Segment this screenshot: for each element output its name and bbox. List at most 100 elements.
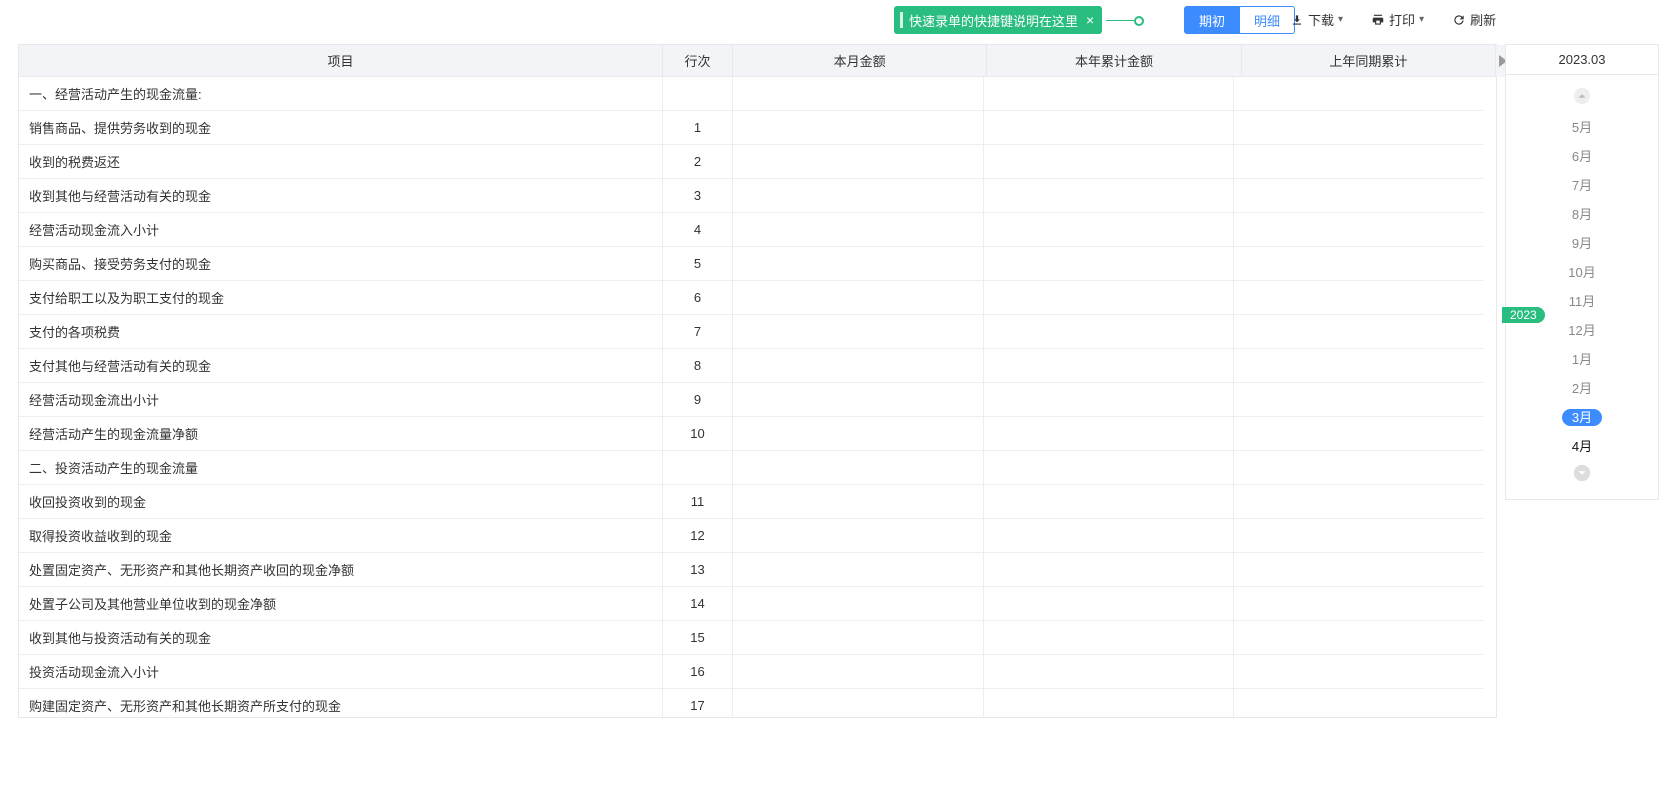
period-month[interactable]: 7月 bbox=[1506, 170, 1658, 199]
period-begin-button[interactable]: 期初 bbox=[1184, 6, 1240, 34]
period-picker: 2023.03 5月6月7月8月9月10月11月12月20231月2月3月4月 bbox=[1505, 44, 1659, 500]
period-month[interactable]: 10月 bbox=[1506, 257, 1658, 286]
cell-item: 处置子公司及其他营业单位收到的现金净额 bbox=[19, 587, 663, 620]
table-header-row: 项目 行次 本月金额 本年累计金额 上年同期累计 bbox=[19, 45, 1496, 77]
table-row[interactable]: 销售商品、提供劳务收到的现金1 bbox=[19, 111, 1484, 145]
period-month[interactable]: 9月 bbox=[1506, 228, 1658, 257]
period-month-label: 6月 bbox=[1572, 149, 1592, 164]
cell-month-amount bbox=[733, 179, 984, 212]
period-current[interactable]: 2023.03 bbox=[1506, 45, 1658, 75]
table-row[interactable]: 取得投资收益收到的现金12 bbox=[19, 519, 1484, 553]
period-month[interactable]: 5月 bbox=[1506, 112, 1658, 141]
period-month[interactable]: 4月 bbox=[1506, 431, 1658, 460]
table-row[interactable]: 收到的税费返还2 bbox=[19, 145, 1484, 179]
cell-row-number: 10 bbox=[663, 417, 733, 450]
period-month-label: 5月 bbox=[1572, 120, 1592, 135]
cell-prev-year bbox=[1234, 621, 1484, 654]
cell-prev-year bbox=[1234, 77, 1484, 110]
table-row[interactable]: 处置固定资产、无形资产和其他长期资产收回的现金净额13 bbox=[19, 553, 1484, 587]
cell-row-number: 12 bbox=[663, 519, 733, 552]
cell-row-number: 14 bbox=[663, 587, 733, 620]
period-month-label: 11月 bbox=[1569, 294, 1596, 309]
table-row[interactable]: 经营活动现金流入小计4 bbox=[19, 213, 1484, 247]
cell-row-number: 1 bbox=[663, 111, 733, 144]
cell-row-number: 2 bbox=[663, 145, 733, 178]
table-row[interactable]: 收到其他与投资活动有关的现金15 bbox=[19, 621, 1484, 655]
cell-month-amount bbox=[733, 485, 984, 518]
cell-prev-year bbox=[1234, 553, 1484, 586]
chevron-down-icon: ▾ bbox=[1419, 14, 1424, 25]
download-button[interactable]: 下载 ▾ bbox=[1290, 10, 1343, 29]
cell-item: 收到其他与投资活动有关的现金 bbox=[19, 621, 663, 654]
cell-month-amount bbox=[733, 281, 984, 314]
period-month[interactable]: 8月 bbox=[1506, 199, 1658, 228]
table-row[interactable]: 二、投资活动产生的现金流量 bbox=[19, 451, 1484, 485]
period-scroll-up[interactable] bbox=[1506, 83, 1658, 112]
detail-button[interactable]: 明细 bbox=[1240, 6, 1295, 34]
print-button[interactable]: 打印 ▾ bbox=[1371, 10, 1424, 29]
cell-year-amount bbox=[984, 689, 1235, 717]
cell-year-amount bbox=[984, 655, 1235, 688]
tip-connector-line bbox=[1106, 20, 1134, 21]
period-list: 5月6月7月8月9月10月11月12月20231月2月3月4月 bbox=[1506, 75, 1658, 499]
tip-accent-bar bbox=[900, 12, 903, 28]
period-month[interactable]: 2月 bbox=[1506, 373, 1658, 402]
view-toggle-group: 期初 明细 bbox=[1184, 6, 1295, 34]
period-month-label: 9月 bbox=[1572, 236, 1592, 251]
table-row[interactable]: 购买商品、接受劳务支付的现金5 bbox=[19, 247, 1484, 281]
cell-month-amount bbox=[733, 587, 984, 620]
table-row[interactable]: 收回投资收到的现金11 bbox=[19, 485, 1484, 519]
cell-year-amount bbox=[984, 485, 1235, 518]
cell-month-amount bbox=[733, 315, 984, 348]
table-row[interactable]: 支付的各项税费7 bbox=[19, 315, 1484, 349]
cell-month-amount bbox=[733, 689, 984, 717]
cell-prev-year bbox=[1234, 179, 1484, 212]
close-icon[interactable]: × bbox=[1086, 13, 1094, 27]
table-row[interactable]: 一、经营活动产生的现金流量: bbox=[19, 77, 1484, 111]
cell-row-number bbox=[663, 77, 733, 110]
cell-item: 经营活动产生的现金流量净额 bbox=[19, 417, 663, 450]
cell-prev-year bbox=[1234, 281, 1484, 314]
table-row[interactable]: 支付其他与经营活动有关的现金8 bbox=[19, 349, 1484, 383]
cell-month-amount bbox=[733, 655, 984, 688]
cell-prev-year bbox=[1234, 655, 1484, 688]
print-label: 打印 bbox=[1389, 10, 1415, 29]
table-row[interactable]: 购建固定资产、无形资产和其他长期资产所支付的现金17 bbox=[19, 689, 1484, 717]
cell-prev-year bbox=[1234, 485, 1484, 518]
period-month[interactable]: 6月 bbox=[1506, 141, 1658, 170]
cell-month-amount bbox=[733, 213, 984, 246]
table-row[interactable]: 支付给职工以及为职工支付的现金6 bbox=[19, 281, 1484, 315]
cell-month-amount bbox=[733, 451, 984, 484]
refresh-icon bbox=[1452, 13, 1466, 27]
table-row[interactable]: 投资活动现金流入小计16 bbox=[19, 655, 1484, 689]
cell-item: 经营活动现金流入小计 bbox=[19, 213, 663, 246]
table-row[interactable]: 处置子公司及其他营业单位收到的现金净额14 bbox=[19, 587, 1484, 621]
cell-prev-year bbox=[1234, 417, 1484, 450]
period-month-label: 3月 bbox=[1562, 409, 1602, 426]
cell-item: 处置固定资产、无形资产和其他长期资产收回的现金净额 bbox=[19, 553, 663, 586]
cell-item: 支付的各项税费 bbox=[19, 315, 663, 348]
period-month[interactable]: 3月 bbox=[1506, 402, 1658, 431]
period-month[interactable]: 1月 bbox=[1506, 344, 1658, 373]
tip-text: 快速录单的快捷键说明在这里 bbox=[909, 11, 1078, 30]
cell-prev-year bbox=[1234, 383, 1484, 416]
period-month-label: 2月 bbox=[1572, 381, 1592, 396]
cell-month-amount bbox=[733, 349, 984, 382]
cell-year-amount bbox=[984, 587, 1235, 620]
cell-year-amount bbox=[984, 315, 1235, 348]
cell-item: 购买商品、接受劳务支付的现金 bbox=[19, 247, 663, 280]
cell-row-number: 7 bbox=[663, 315, 733, 348]
table-row[interactable]: 经营活动现金流出小计9 bbox=[19, 383, 1484, 417]
cell-prev-year bbox=[1234, 587, 1484, 620]
table-row[interactable]: 经营活动产生的现金流量净额10 bbox=[19, 417, 1484, 451]
cell-month-amount bbox=[733, 145, 984, 178]
cell-item: 取得投资收益收到的现金 bbox=[19, 519, 663, 552]
period-scroll-down[interactable] bbox=[1506, 460, 1658, 489]
year-badge: 2023 bbox=[1502, 307, 1545, 323]
table-body[interactable]: 一、经营活动产生的现金流量:销售商品、提供劳务收到的现金1收到的税费返还2收到其… bbox=[19, 77, 1484, 717]
chevron-down-icon: ▾ bbox=[1338, 14, 1343, 25]
table-row[interactable]: 收到其他与经营活动有关的现金3 bbox=[19, 179, 1484, 213]
cell-row-number: 8 bbox=[663, 349, 733, 382]
cell-row-number: 16 bbox=[663, 655, 733, 688]
refresh-button[interactable]: 刷新 bbox=[1452, 10, 1496, 29]
